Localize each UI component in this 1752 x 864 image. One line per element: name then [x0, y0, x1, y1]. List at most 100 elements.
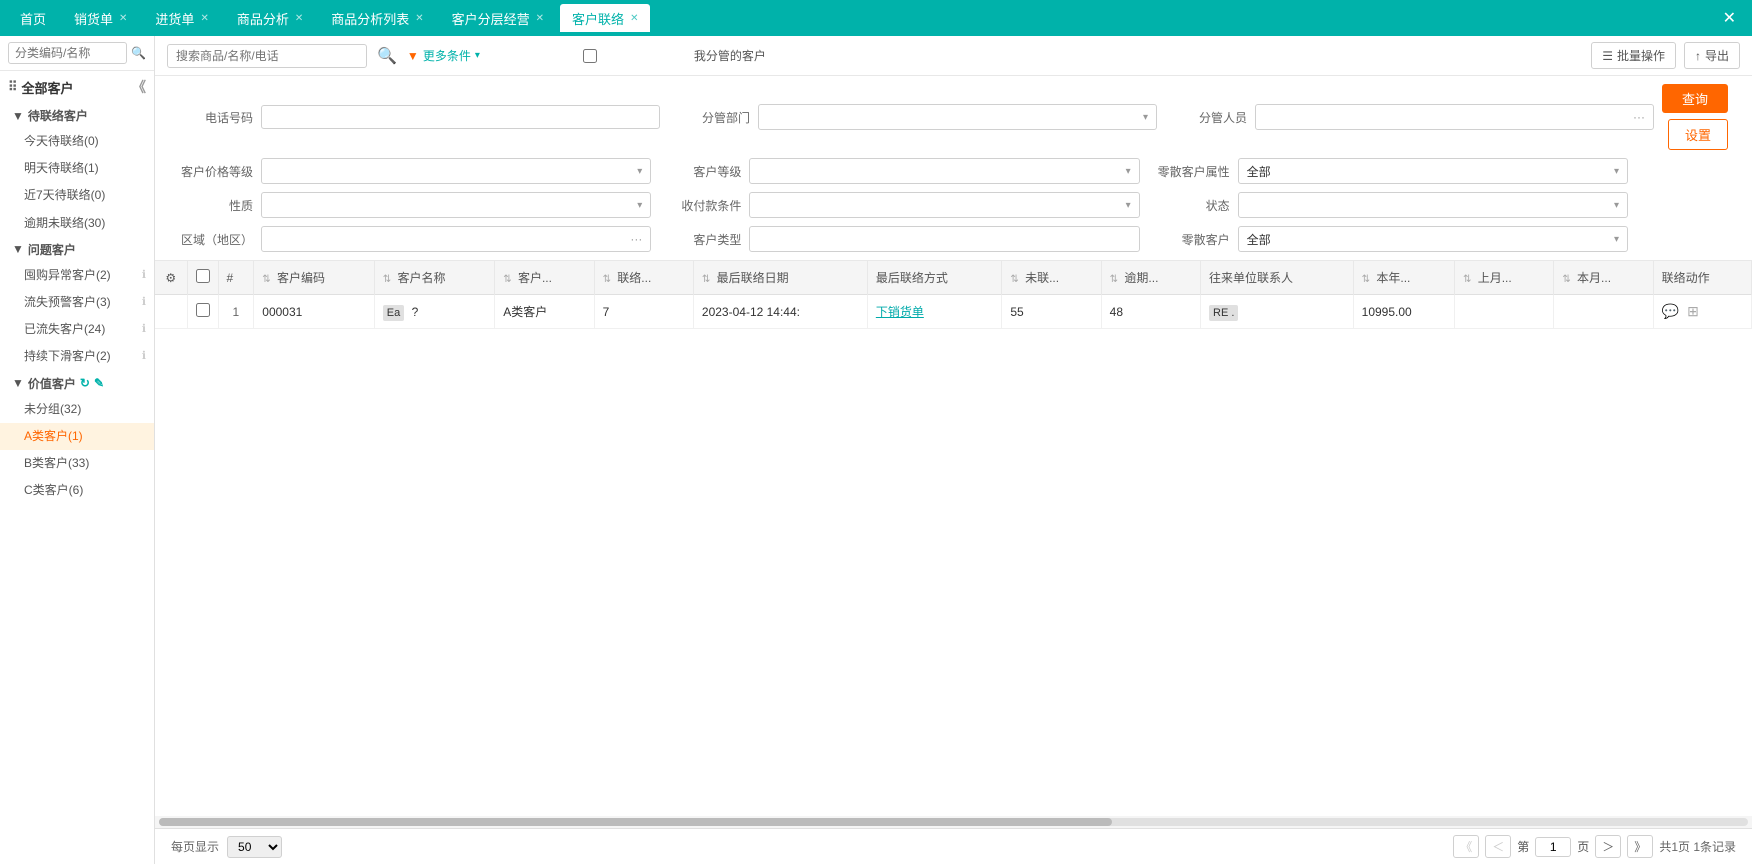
- sidebar-item-tomorrow[interactable]: 明天待联络(1): [0, 155, 154, 182]
- search-button[interactable]: 🔍: [377, 46, 397, 66]
- collapse-sidebar-icon[interactable]: 《: [132, 77, 146, 97]
- price-level-select[interactable]: ▾: [261, 158, 651, 184]
- close-customer-contact-icon[interactable]: ✕: [630, 13, 638, 24]
- cust-type-select[interactable]: [749, 226, 1139, 252]
- dept-label: 分管部门: [668, 109, 758, 126]
- search-input[interactable]: [167, 44, 367, 68]
- sidebar-item-churned[interactable]: 已流失客户(24) ℹ: [0, 316, 154, 343]
- row-gear: [155, 295, 187, 329]
- retail-attr-value: 全部: [1247, 163, 1271, 180]
- horizontal-scrollbar-track[interactable]: [159, 818, 1748, 826]
- grid-action-icon[interactable]: ⊞: [1687, 303, 1699, 320]
- col-contact-person-header[interactable]: 往来单位联系人: [1201, 261, 1354, 295]
- nav-tab-home[interactable]: 首页: [8, 4, 58, 32]
- sort-name-icon: ⇅: [383, 274, 391, 285]
- sidebar-item-today[interactable]: 今天待联络(0): [0, 128, 154, 155]
- page-size-select[interactable]: 50 100 200: [227, 836, 282, 858]
- phone-input[interactable]: [261, 105, 660, 129]
- info-icon-3: ℹ: [142, 321, 146, 339]
- nav-tab-home-label: 首页: [20, 9, 46, 28]
- retail-chevron: ▾: [1614, 234, 1619, 245]
- sidebar-item-class-c[interactable]: C类客户(6): [0, 477, 154, 504]
- check-all-header[interactable]: [187, 261, 218, 295]
- payment-select[interactable]: ▾: [749, 192, 1139, 218]
- sidebar-search-icon[interactable]: 🔍: [131, 46, 146, 60]
- col-not-contact-header[interactable]: ⇅ 未联...: [1002, 261, 1101, 295]
- manager-select[interactable]: ···: [1255, 104, 1654, 130]
- page-number-input[interactable]: [1535, 837, 1571, 857]
- nav-tab-product-analysis-label: 商品分析: [237, 9, 289, 28]
- edit-value-icon[interactable]: ✎: [94, 376, 104, 390]
- first-page-button[interactable]: 《: [1453, 835, 1479, 858]
- nature-label: 性质: [171, 197, 261, 214]
- nav-tab-product-analysis[interactable]: 商品分析 ✕: [225, 4, 315, 32]
- sidebar-item-hoarding[interactable]: 囤购异常客户(2) ℹ: [0, 262, 154, 289]
- close-customer-tier-icon[interactable]: ✕: [536, 13, 544, 24]
- col-contact-header[interactable]: ⇅ 联络...: [594, 261, 693, 295]
- next-page-button[interactable]: ＞: [1595, 835, 1621, 858]
- prev-page-button[interactable]: ＜: [1485, 835, 1511, 858]
- region-select[interactable]: ···: [261, 226, 651, 252]
- retail-attr-select[interactable]: 全部 ▾: [1238, 158, 1628, 184]
- sidebar-item-declining[interactable]: 持续下滑客户(2) ℹ: [0, 343, 154, 370]
- nav-tab-customer-contact[interactable]: 客户联络 ✕: [560, 4, 650, 32]
- col-last-month-header[interactable]: ⇅ 上月...: [1454, 261, 1553, 295]
- horizontal-scrollbar-area: [155, 816, 1752, 828]
- sidebar-group-pending[interactable]: ▼ 待联络客户: [0, 103, 154, 128]
- refresh-value-icon[interactable]: ↻: [80, 376, 90, 390]
- batch-op-button[interactable]: ☰ 批量操作: [1591, 42, 1676, 69]
- nature-chevron: ▾: [637, 200, 642, 211]
- sidebar-group-problem[interactable]: ▼ 问题客户: [0, 237, 154, 262]
- check-all-checkbox[interactable]: [196, 269, 210, 283]
- query-button[interactable]: 查询: [1662, 84, 1728, 113]
- export-icon: ↑: [1695, 49, 1701, 63]
- close-sales-icon[interactable]: ✕: [119, 13, 127, 24]
- sidebar-item-class-b[interactable]: B类客户(33): [0, 450, 154, 477]
- batch-op-icon: ☰: [1602, 49, 1613, 63]
- sidebar-item-ungrouped[interactable]: 未分组(32): [0, 396, 154, 423]
- more-conditions-btn[interactable]: ▼ 更多条件 ▾: [407, 47, 480, 64]
- sidebar-item-class-a[interactable]: A类客户(1): [0, 423, 154, 450]
- dept-select[interactable]: ▾: [758, 104, 1157, 130]
- col-last-date-header[interactable]: ⇅ 最后联络日期: [693, 261, 867, 295]
- close-purchase-icon[interactable]: ✕: [200, 13, 208, 24]
- my-customers-checkbox[interactable]: [490, 49, 690, 63]
- nav-tab-sales[interactable]: 销货单 ✕: [62, 4, 139, 32]
- horizontal-scrollbar-thumb[interactable]: [159, 818, 1112, 826]
- last-page-button[interactable]: 》: [1627, 835, 1653, 858]
- retail-select[interactable]: 全部 ▾: [1238, 226, 1628, 252]
- close-product-list-icon[interactable]: ✕: [415, 13, 423, 24]
- col-this-year-header[interactable]: ⇅ 本年...: [1353, 261, 1454, 295]
- nav-tab-product-list[interactable]: 商品分析列表 ✕: [319, 4, 435, 32]
- row-checkbox[interactable]: [196, 303, 210, 317]
- nav-tab-purchase[interactable]: 进货单 ✕: [143, 4, 220, 32]
- close-product-analysis-icon[interactable]: ✕: [295, 13, 303, 24]
- col-name-header[interactable]: ⇅ 客户名称: [374, 261, 494, 295]
- my-customers-label: 我分管的客户: [694, 47, 766, 64]
- nav-tab-customer-tier[interactable]: 客户分层经营 ✕: [440, 4, 556, 32]
- status-label: 状态: [1148, 197, 1238, 214]
- col-overdue-header[interactable]: ⇅ 逾期...: [1101, 261, 1200, 295]
- sidebar-search-input[interactable]: [8, 42, 127, 64]
- sidebar-item-7days[interactable]: 近7天待联络(0): [0, 182, 154, 209]
- sidebar-item-overdue[interactable]: 逾期未联络(30): [0, 210, 154, 237]
- status-select[interactable]: ▾: [1238, 192, 1628, 218]
- all-customers-header[interactable]: ⠿ 全部客户 《: [0, 71, 154, 103]
- col-code-header[interactable]: ⇅ 客户编码: [254, 261, 374, 295]
- row-last-method: 下销货单: [867, 295, 1002, 329]
- gear-header[interactable]: ⚙: [155, 261, 187, 295]
- export-button[interactable]: ↑ 导出: [1684, 42, 1740, 69]
- nature-select[interactable]: ▾: [261, 192, 651, 218]
- top-close-icon[interactable]: ✕: [1715, 6, 1744, 31]
- col-this-month-header[interactable]: ⇅ 本月...: [1554, 261, 1653, 295]
- settings-button[interactable]: 设置: [1668, 119, 1728, 150]
- sidebar-group-value[interactable]: ▼ 价值客户 ↻ ✎: [0, 371, 154, 396]
- col-last-method-header[interactable]: 最后联络方式: [867, 261, 1002, 295]
- customer-level-select[interactable]: ▾: [749, 158, 1139, 184]
- last-method-link[interactable]: 下销货单: [876, 305, 924, 319]
- col-cust-type-header[interactable]: ⇅ 客户...: [495, 261, 594, 295]
- message-action-icon[interactable]: 💬: [1662, 303, 1679, 320]
- sidebar-item-churn-warning[interactable]: 流失预警客户(3) ℹ: [0, 289, 154, 316]
- row-num: 1: [218, 295, 254, 329]
- query-settings-col: 查询 设置: [1662, 84, 1736, 150]
